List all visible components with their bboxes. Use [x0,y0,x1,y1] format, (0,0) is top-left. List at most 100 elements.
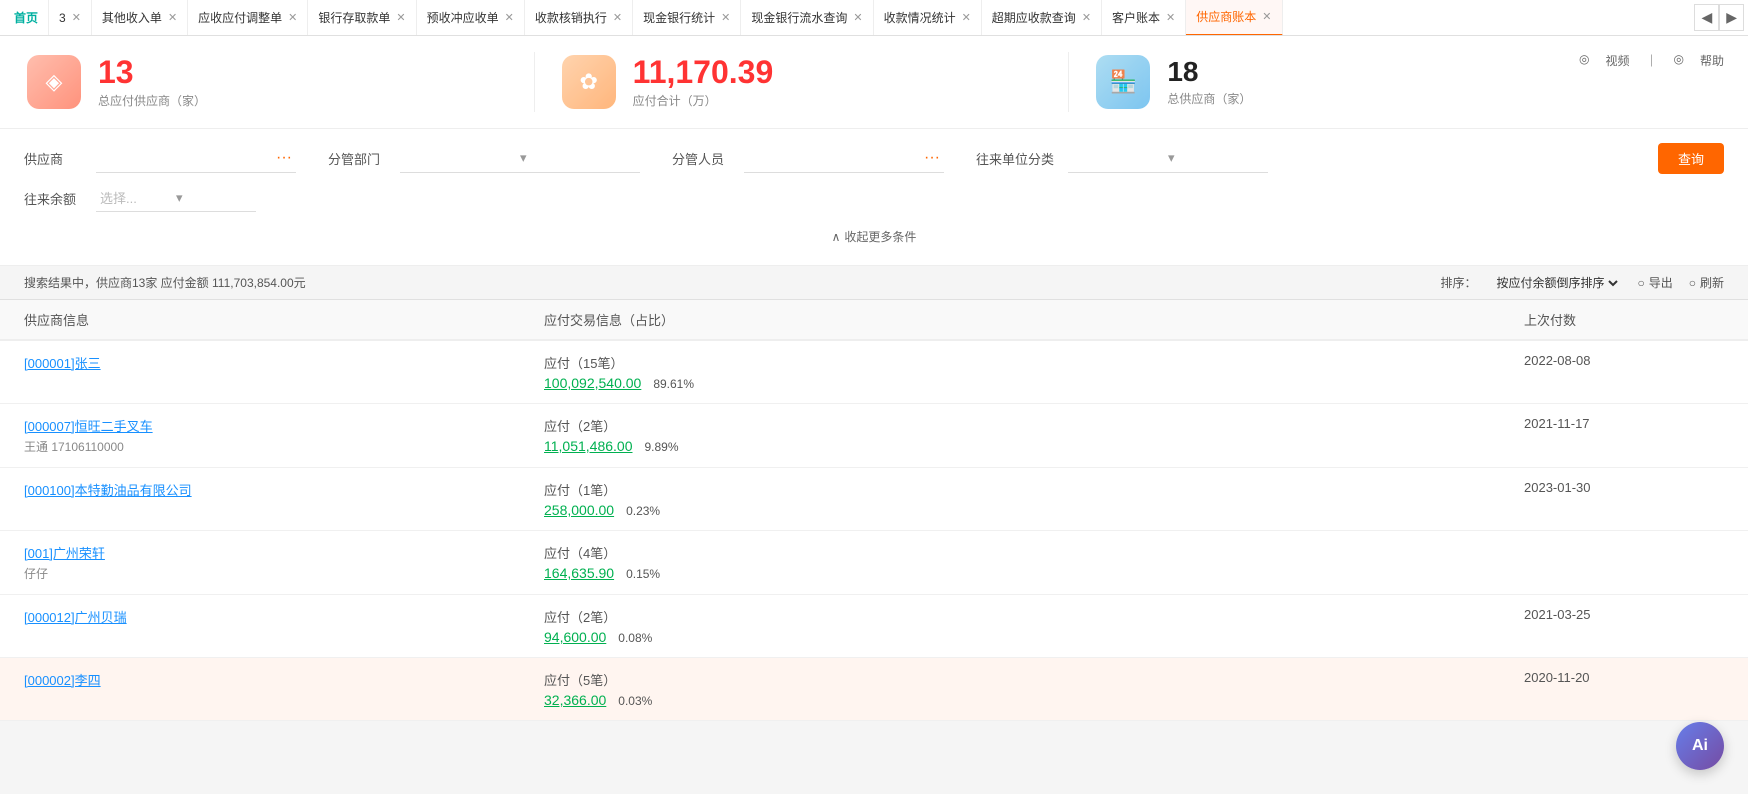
trans-row-4: 164,635.90 0.15% [544,565,1524,581]
supplier-filter-input[interactable]: ··· [96,145,296,173]
trans-row-5: 94,600.00 0.08% [544,629,1524,645]
collect-stat-close-icon[interactable]: ✕ [962,11,971,24]
bank-close-icon[interactable]: ✕ [396,11,405,24]
ai-assistant-badge[interactable]: Ai [1676,722,1724,770]
trans-percent-1: 89.61% [653,377,694,391]
category-chevron-icon[interactable]: ▾ [1168,150,1264,166]
supplier-link-1[interactable]: [000001]张三 [24,353,544,372]
balance-chevron-icon[interactable]: ▾ [176,190,252,206]
cash-stat-close-icon[interactable]: ✕ [721,11,730,24]
nav-pre-collect[interactable]: 预收冲应收单 ✕ [417,0,525,36]
col-supplier-header: 供应商信息 [24,310,544,329]
balance-filter-label: 往来余额 [24,189,84,208]
search-button[interactable]: 查询 [1658,143,1724,174]
supplier-link-3[interactable]: [000100]本特勤油品有限公司 [24,480,544,499]
verify-label: 收款核销执行 [535,9,607,26]
trans-label-2: 应付（2笔） [544,416,1524,435]
nav-tab3[interactable]: 3 ✕ [49,0,92,36]
other-income-close-icon[interactable]: ✕ [168,11,177,24]
supplier-link-4[interactable]: [001]广州荣轩 [24,543,544,562]
last-pay-5: 2021-03-25 [1524,607,1724,622]
table-row: [000001]张三 应付（15笔） 100,092,540.00 89.61%… [0,341,1748,404]
supplier-link-2[interactable]: [000007]恒旺二手叉车 [24,416,544,435]
trans-label-4: 应付（4笔） [544,543,1524,562]
trans-amount-2[interactable]: 11,051,486.00 [544,438,633,454]
nav-bank[interactable]: 银行存取款单 ✕ [308,0,416,36]
header-right-links: ◎ 视频 ｜ ◎ 帮助 [1579,52,1724,112]
category-filter-select[interactable]: ▾ [1068,145,1268,173]
nav-adjust[interactable]: 应收应付调整单 ✕ [188,0,308,36]
nav-verify[interactable]: 收款核销执行 ✕ [525,0,633,36]
supplier-input-field[interactable] [100,151,276,166]
supplier-link-6[interactable]: [000002]李四 [24,670,544,689]
refresh-button[interactable]: ○ 刷新 [1689,274,1724,291]
trans-amount-4[interactable]: 164,635.90 [544,565,614,581]
stat-total-suppliers: 🏪 18 总供应商（家） [1093,52,1579,112]
right-actions: 排序： 按应付余额倒序排序 ○ 导出 ○ 刷新 [1440,274,1724,291]
supplier-info-4: [001]广州荣轩 仔仔 [24,543,544,582]
dept-chevron-icon[interactable]: ▾ [520,150,636,166]
trans-percent-2: 9.89% [645,440,679,454]
balance-filter-select[interactable]: 选择... ▾ [96,184,256,212]
supplier-book-close-icon[interactable]: ✕ [1262,10,1271,23]
collapse-button[interactable]: ∧ 收起更多条件 [24,222,1724,251]
person-input-field[interactable] [748,151,924,166]
export-button[interactable]: ○ 导出 [1637,274,1672,291]
payable-total-value: 11,170.39 [633,56,774,88]
stat-payable-suppliers: ◈ 13 总应付供应商（家） [24,52,510,112]
trans-amount-6[interactable]: 32,366.00 [544,692,606,708]
nav-supplier-book[interactable]: 供应商账本 ✕ [1186,0,1282,36]
export-label: 导出 [1649,274,1673,291]
supplier-filter-label: 供应商 [24,149,84,168]
overdue-close-icon[interactable]: ✕ [1082,11,1091,24]
nav-overdue[interactable]: 超期应收款查询 ✕ [982,0,1102,36]
payable-total-label: 应付合计（万） [633,92,774,109]
person-filter-input[interactable]: ··· [744,145,944,173]
dept-filter-select[interactable]: ▾ [400,145,640,173]
pre-collect-close-icon[interactable]: ✕ [505,11,514,24]
verify-close-icon[interactable]: ✕ [613,11,622,24]
last-pay-6: 2020-11-20 [1524,670,1724,685]
trans-percent-6: 0.03% [618,694,652,708]
collect-stat-label: 收款情况统计 [884,9,956,26]
table-row: [000012]广州贝瑞 应付（2笔） 94,600.00 0.08% 2021… [0,595,1748,658]
overdue-label: 超期应收款查询 [992,9,1076,26]
supplier-info-2: [000007]恒旺二手叉车 王通 17106110000 [24,416,544,455]
cash-flow-close-icon[interactable]: ✕ [853,11,862,24]
nav-cash-stat[interactable]: 现金银行统计 ✕ [633,0,741,36]
trans-amount-3[interactable]: 258,000.00 [544,502,614,518]
nav-home[interactable]: 首页 [4,0,49,36]
trans-percent-4: 0.15% [626,567,660,581]
nav-prev-arrow[interactable]: ◀ [1694,4,1719,31]
supplier-info-1: [000001]张三 [24,353,544,372]
separator: ｜ [1645,52,1657,69]
nav-customer-book[interactable]: 客户账本 ✕ [1102,0,1186,36]
help-link[interactable]: 帮助 [1700,52,1724,69]
refresh-label: 刷新 [1700,274,1724,291]
cash-stat-label: 现金银行统计 [643,9,715,26]
nav-collect-stat[interactable]: 收款情况统计 ✕ [874,0,982,36]
transaction-info-4: 应付（4笔） 164,635.90 0.15% [544,543,1524,581]
transaction-info-3: 应付（1笔） 258,000.00 0.23% [544,480,1524,518]
transaction-info-5: 应付（2笔） 94,600.00 0.08% [544,607,1524,645]
trans-amount-1[interactable]: 100,092,540.00 [544,375,641,391]
supplier-dots-icon[interactable]: ··· [276,149,292,167]
nav-next-arrow[interactable]: ▶ [1719,4,1744,31]
last-pay-1: 2022-08-08 [1524,353,1724,368]
filter-area: 供应商 ··· 分管部门 ▾ 分管人员 ··· 往来单位分类 ▾ 查询 往来余额… [0,129,1748,266]
bank-label: 银行存取款单 [318,9,390,26]
tab3-close-icon[interactable]: ✕ [72,11,81,24]
person-filter-label: 分管人员 [672,149,732,168]
payable-suppliers-count: 13 [98,56,206,88]
nav-cash-flow[interactable]: 现金银行流水查询 ✕ [741,0,873,36]
person-dots-icon[interactable]: ··· [924,149,940,167]
video-link[interactable]: 视频 [1605,52,1629,69]
supplier-link-5[interactable]: [000012]广州贝瑞 [24,607,544,626]
adjust-close-icon[interactable]: ✕ [288,11,297,24]
nav-other-income[interactable]: 其他收入单 ✕ [92,0,188,36]
sort-select[interactable]: 按应付余额倒序排序 [1492,275,1621,291]
sort-prefix: 排序： [1440,274,1476,291]
trans-amount-5[interactable]: 94,600.00 [544,629,606,645]
total-suppliers-icon: 🏪 [1093,52,1153,112]
customer-book-close-icon[interactable]: ✕ [1166,11,1175,24]
